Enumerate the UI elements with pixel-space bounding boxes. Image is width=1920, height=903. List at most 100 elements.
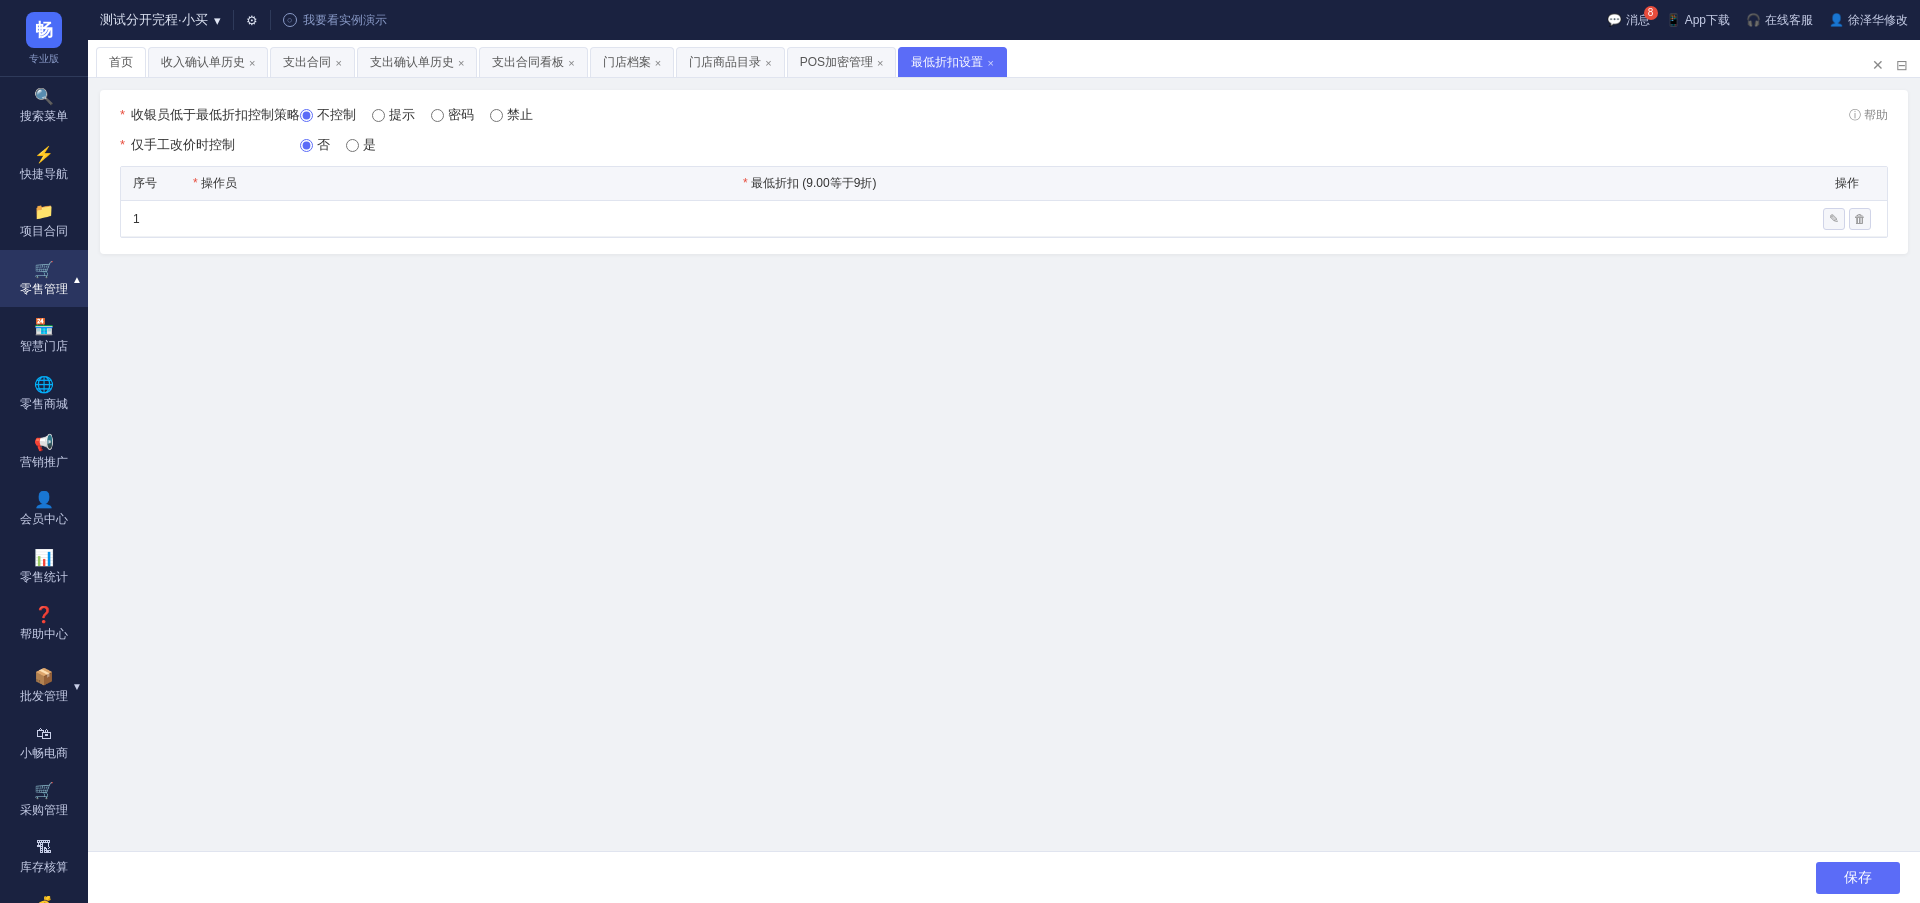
tab-store-file-label: 门店档案 — [603, 54, 651, 71]
discount-table: 序号 操作员 最低折扣 (9.00等于9折) 操作 1 ✎ 🗑 — [120, 166, 1888, 238]
td-action: ✎ 🗑 — [1807, 202, 1887, 236]
tab-min-discount[interactable]: 最低折扣设置 × — [898, 47, 1006, 77]
shopping-icon: 🛍 — [36, 725, 52, 743]
topbar-settings[interactable]: ⚙ — [246, 13, 258, 28]
sidebar-item-search[interactable]: 🔍 搜索菜单 — [0, 77, 88, 135]
box-icon: 📦 — [34, 667, 54, 686]
required-star: * — [120, 107, 125, 122]
radio-prompt[interactable]: 提示 — [372, 106, 415, 124]
sidebar-item-purchase[interactable]: 🛒 采购管理 — [0, 771, 88, 829]
sidebar-item-marketing[interactable]: 📢 营销推广 — [0, 423, 88, 481]
td-operator — [181, 213, 731, 225]
th-action: 操作 — [1807, 167, 1887, 200]
help-icon: ❓ — [34, 605, 54, 624]
project-name: 测试分开完程·小买 — [100, 11, 208, 29]
sidebar-item-online-mall[interactable]: 🌐 零售商城 — [0, 365, 88, 423]
tab-store-file-close[interactable]: × — [655, 57, 661, 69]
logo-icon: 畅 — [26, 12, 62, 48]
messages-badge: 8 — [1644, 6, 1658, 20]
user-menu-button[interactable]: 👤 徐泽华修改 — [1829, 12, 1908, 29]
tab-pos-encrypt-label: POS加密管理 — [800, 54, 873, 71]
help-circle-icon: ⓘ — [1849, 107, 1861, 124]
sidebar-item-member[interactable]: 👤 会员中心 — [0, 480, 88, 538]
tab-store-catalog-close[interactable]: × — [765, 57, 771, 69]
tab-menu-button[interactable]: ⊟ — [1892, 55, 1912, 75]
demo-circle-icon: ○ — [283, 13, 297, 27]
topbar-right: 💬 消息 8 📱 App下载 🎧 在线客服 👤 徐泽华修改 — [1607, 12, 1908, 29]
lightning-icon: ⚡ — [34, 145, 54, 164]
tab-home-label: 首页 — [109, 54, 133, 71]
th-discount: 最低折扣 (9.00等于9折) — [731, 167, 1807, 200]
sidebar-item-smart-store[interactable]: 🏪 智慧门店 — [0, 307, 88, 365]
sidebar-item-project[interactable]: 📁 项目合同 — [0, 192, 88, 250]
close-all-tabs-button[interactable]: ✕ — [1868, 55, 1888, 75]
tab-payment-confirm[interactable]: 支出确认单历史 × — [357, 47, 477, 77]
tab-income-confirm-close[interactable]: × — [249, 57, 255, 69]
tab-income-confirm-label: 收入确认单历史 — [161, 54, 245, 71]
radio-manual-no[interactable]: 否 — [300, 136, 330, 154]
cashier-control-options: 不控制 提示 密码 禁止 — [300, 106, 533, 124]
logo-text: 专业版 — [29, 52, 59, 66]
demo-link[interactable]: ○ 我要看实例演示 — [283, 12, 387, 29]
project-selector[interactable]: 测试分开完程·小买 ▾ — [100, 11, 221, 29]
tab-store-catalog[interactable]: 门店商品目录 × — [676, 47, 784, 77]
sidebar-item-retail-stat[interactable]: 📊 零售统计 — [0, 538, 88, 596]
app-download-button[interactable]: 📱 App下载 — [1666, 12, 1730, 29]
tab-payment-contract-close[interactable]: × — [335, 57, 341, 69]
tab-payment-confirm-close[interactable]: × — [458, 57, 464, 69]
table-body: 1 ✎ 🗑 — [121, 201, 1887, 237]
globe-icon: 🌐 — [34, 375, 54, 394]
td-discount — [731, 213, 1807, 225]
app-logo: 畅 专业版 — [0, 0, 88, 77]
radio-forbid[interactable]: 禁止 — [490, 106, 533, 124]
avatar-icon: 👤 — [1829, 13, 1844, 27]
tab-home[interactable]: 首页 — [96, 47, 146, 77]
online-support-button[interactable]: 🎧 在线客服 — [1746, 12, 1813, 29]
support-icon: 🎧 — [1746, 13, 1761, 27]
store-icon: 🏪 — [34, 317, 54, 336]
tab-payment-kanban[interactable]: 支出合同看板 × — [479, 47, 587, 77]
radio-manual-yes[interactable]: 是 — [346, 136, 376, 154]
save-button[interactable]: 保存 — [1816, 862, 1900, 894]
online-support-label: 在线客服 — [1765, 12, 1813, 29]
main-area: 测试分开完程·小买 ▾ ⚙ ○ 我要看实例演示 💬 消息 8 📱 App下载 🎧… — [88, 0, 1920, 903]
sidebar-item-inventory[interactable]: 🏗 库存核算 — [0, 829, 88, 886]
topbar: 测试分开完程·小买 ▾ ⚙ ○ 我要看实例演示 💬 消息 8 📱 App下载 🎧… — [88, 0, 1920, 40]
tab-pos-encrypt-close[interactable]: × — [877, 57, 883, 69]
topbar-divider2 — [270, 10, 271, 30]
app-download-label: App下载 — [1685, 12, 1730, 29]
chevron-up-icon: ▲ — [72, 273, 82, 284]
content-card: * 收银员低于最低折扣控制策略 不控制 提示 密码 — [100, 90, 1908, 254]
sidebar-item-finance[interactable]: 💰 资金管理 — [0, 885, 88, 903]
tab-income-confirm[interactable]: 收入确认单历史 × — [148, 47, 268, 77]
tab-payment-contract[interactable]: 支出合同 × — [270, 47, 354, 77]
topbar-gear-icon: ⚙ — [246, 13, 258, 28]
tab-store-file[interactable]: 门店档案 × — [590, 47, 674, 77]
radio-no-control[interactable]: 不控制 — [300, 106, 356, 124]
sidebar-item-ecommerce[interactable]: 🛍 小畅电商 — [0, 715, 88, 772]
sidebar-item-help[interactable]: ❓ 帮助中心 — [0, 595, 88, 653]
sidebar-item-quicknav[interactable]: ⚡ 快捷导航 — [0, 135, 88, 193]
tabbar: 首页 收入确认单历史 × 支出合同 × 支出确认单历史 × 支出合同看板 × 门… — [88, 40, 1920, 78]
cart-icon: 🛒 — [34, 260, 54, 279]
radio-password[interactable]: 密码 — [431, 106, 474, 124]
sidebar-item-wholesale[interactable]: 📦 批发管理 ▼ — [0, 657, 88, 715]
cashier-control-row: * 收银员低于最低折扣控制策略 不控制 提示 密码 — [120, 106, 1888, 124]
warehouse-icon: 🏗 — [36, 839, 52, 857]
topbar-divider — [233, 10, 234, 30]
tab-payment-contract-label: 支出合同 — [283, 54, 331, 71]
messages-button[interactable]: 💬 消息 8 — [1607, 12, 1650, 29]
purchase-icon: 🛒 — [34, 781, 54, 800]
row-edit-button[interactable]: ✎ — [1823, 208, 1845, 230]
td-seq: 1 — [121, 206, 181, 232]
tab-pos-encrypt[interactable]: POS加密管理 × — [787, 47, 897, 77]
sidebar-item-retail[interactable]: 🛒 零售管理 ▲ — [0, 250, 88, 308]
th-operator: 操作员 — [181, 167, 731, 200]
tab-min-discount-close[interactable]: × — [987, 57, 993, 69]
row-delete-button[interactable]: 🗑 — [1849, 208, 1871, 230]
help-link[interactable]: ⓘ 帮助 — [1849, 107, 1888, 124]
tab-payment-kanban-close[interactable]: × — [568, 57, 574, 69]
download-icon: 📱 — [1666, 13, 1681, 27]
search-icon: 🔍 — [34, 87, 54, 106]
project-chevron: ▾ — [214, 13, 221, 28]
